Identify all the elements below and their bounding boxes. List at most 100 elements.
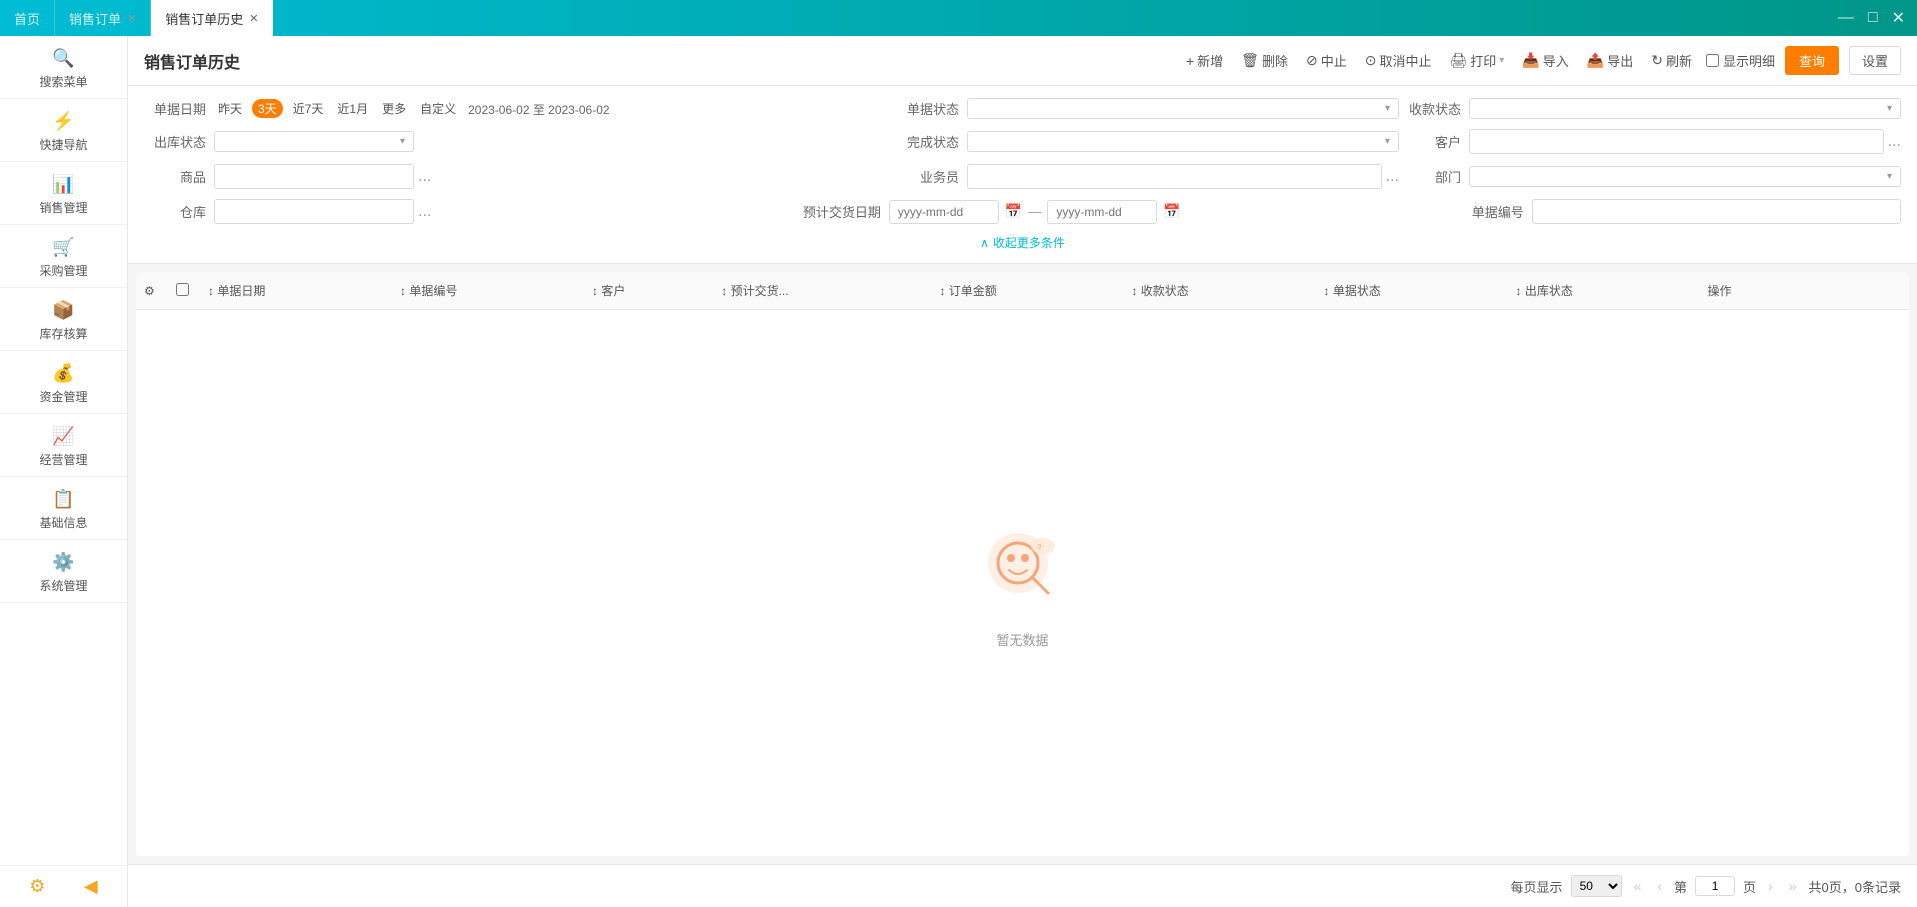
table-section: ⚙ ↕ 单据日期 ↕ 单据编号 xyxy=(136,272,1909,856)
salesperson-label: 业务员 xyxy=(897,167,967,186)
date-3days[interactable]: 3天 xyxy=(252,99,283,118)
stop-btn[interactable]: ⊘ 中止 xyxy=(1302,49,1351,72)
payment-status-arrow: ▾ xyxy=(1887,103,1892,114)
out-status-select[interactable]: ▾ xyxy=(214,131,414,152)
bill-status-select[interactable]: ▾ xyxy=(967,98,1399,119)
payment-status-label: 收款状态 xyxy=(1399,99,1469,118)
delete-icon: 🗑 xyxy=(1241,52,1259,69)
sales-mgmt-icon: 📊 xyxy=(52,174,74,195)
department-label: 部门 xyxy=(1399,167,1469,186)
sidebar-settings-btn[interactable]: ⚙ xyxy=(29,876,45,897)
finance-icon: 💰 xyxy=(52,363,74,384)
bill-no-input[interactable] xyxy=(1532,199,1901,224)
tab-sales-order-history-close[interactable]: ✕ xyxy=(249,12,258,25)
display-detail-input[interactable] xyxy=(1706,54,1719,67)
th-out-status: ↕ 出库状态 xyxy=(1507,272,1699,310)
sidebar-item-operations[interactable]: 📈 经营管理 xyxy=(0,414,127,477)
tab-sales-order-history-label: 销售订单历史 xyxy=(165,9,243,28)
sidebar-item-system-mgmt[interactable]: ⚙️ 系统管理 xyxy=(0,540,127,603)
salesperson-input[interactable] xyxy=(967,164,1382,189)
date-range-display: 2023-06-02 至 2023-06-02 xyxy=(468,99,609,118)
filter-row-3: 商品 ... 业务员 ... 部门 ▾ xyxy=(144,164,1901,189)
complete-status-label: 完成状态 xyxy=(897,132,967,151)
customer-more-btn[interactable]: ... xyxy=(1888,133,1901,151)
maximize-btn[interactable]: □ xyxy=(1864,7,1882,29)
sidebar-collapse-btn[interactable]: ◀ xyxy=(84,876,98,897)
th-date: ↕ 单据日期 xyxy=(200,272,392,310)
tab-home[interactable]: 首页 xyxy=(0,0,55,36)
goods-more-btn[interactable]: ... xyxy=(418,168,431,186)
date-yesterday[interactable]: 昨天 xyxy=(214,99,246,118)
sidebar-item-quick-nav[interactable]: ⚡ 快捷导航 xyxy=(0,99,127,162)
refresh-btn[interactable]: ↻ 刷新 xyxy=(1647,49,1696,72)
table-wrapper: ⚙ ↕ 单据日期 ↕ 单据编号 xyxy=(136,272,1909,310)
th-bill-status: ↕ 单据状态 xyxy=(1315,272,1507,310)
delete-btn[interactable]: 🗑 删除 xyxy=(1237,49,1292,72)
import-icon: 📥 xyxy=(1522,52,1539,69)
minimize-btn[interactable]: — xyxy=(1834,7,1858,29)
delivery-date-from[interactable] xyxy=(889,200,999,224)
cancel-stop-btn[interactable]: ⊙ 取消中止 xyxy=(1361,49,1436,72)
th-checkbox[interactable] xyxy=(168,272,200,310)
top-bar: 首页 销售订单 ✕ 销售订单历史 ✕ — □ ✕ xyxy=(0,0,1917,36)
delivery-date-to[interactable] xyxy=(1047,200,1157,224)
purchase-mgmt-icon: 🛒 xyxy=(52,237,74,258)
calendar-to-icon[interactable]: 📅 xyxy=(1163,203,1180,220)
prev-page-btn[interactable]: ‹ xyxy=(1653,876,1666,896)
table-settings-icon[interactable]: ⚙ xyxy=(144,284,155,298)
goods-input[interactable] xyxy=(214,164,414,189)
tab-sales-order-label: 销售订单 xyxy=(69,9,121,28)
tab-sales-order-close[interactable]: ✕ xyxy=(127,12,136,25)
page-input[interactable] xyxy=(1695,876,1735,896)
stop-label: 中止 xyxy=(1321,51,1347,70)
salesperson-more-btn[interactable]: ... xyxy=(1386,168,1399,186)
date-separator: — xyxy=(1028,204,1041,219)
th-out-status-sort: ↕ xyxy=(1515,284,1524,298)
query-btn[interactable]: 查询 xyxy=(1785,46,1839,75)
stop-icon: ⊘ xyxy=(1306,52,1318,69)
collapse-btn[interactable]: ∧ 收起更多条件 xyxy=(144,234,1901,251)
th-customer-sort: ↕ xyxy=(592,284,601,298)
date-more[interactable]: 更多 xyxy=(378,99,410,118)
warehouse-input[interactable] xyxy=(214,199,414,224)
print-label: 打印 xyxy=(1470,51,1496,70)
filter-payment-status: 收款状态 ▾ xyxy=(1399,98,1901,119)
display-detail-checkbox[interactable]: 显示明细 xyxy=(1706,51,1775,70)
settings-btn[interactable]: 设置 xyxy=(1849,46,1901,75)
close-btn[interactable]: ✕ xyxy=(1888,6,1909,30)
department-select[interactable]: ▾ xyxy=(1469,166,1901,187)
date-custom[interactable]: 自定义 xyxy=(416,99,460,118)
date-7days[interactable]: 近7天 xyxy=(289,99,328,118)
calendar-from-icon[interactable]: 📅 xyxy=(1005,203,1022,220)
customer-input[interactable] xyxy=(1469,129,1884,154)
filter-bill-no: 单据编号 xyxy=(1462,199,1901,224)
delivery-date-inputs: 📅 — 📅 xyxy=(889,200,1462,224)
sidebar-item-purchase-mgmt[interactable]: 🛒 采购管理 xyxy=(0,225,127,288)
filter-row-4: 仓库 ... 预计交货日期 📅 — 📅 单据编号 xyxy=(144,199,1901,224)
date-range-text: 2023-06-02 至 2023-06-02 xyxy=(468,101,609,118)
select-all-checkbox[interactable] xyxy=(176,283,189,296)
last-page-btn[interactable]: » xyxy=(1785,876,1801,896)
sidebar-item-search-menu[interactable]: 🔍 搜索菜单 xyxy=(0,36,127,99)
warehouse-more-btn[interactable]: ... xyxy=(418,203,431,221)
tab-sales-order-history[interactable]: 销售订单历史 ✕ xyxy=(151,0,273,36)
export-btn[interactable]: 📤 导出 xyxy=(1583,49,1637,72)
th-settings[interactable]: ⚙ xyxy=(136,272,168,310)
sidebar-item-sales-mgmt[interactable]: 📊 销售管理 xyxy=(0,162,127,225)
import-btn[interactable]: 📥 导入 xyxy=(1518,49,1572,72)
next-page-btn[interactable]: › xyxy=(1764,876,1777,896)
sidebar-item-basic-info[interactable]: 📋 基础信息 xyxy=(0,477,127,540)
date-1month[interactable]: 近1月 xyxy=(333,99,372,118)
new-btn[interactable]: + 新增 xyxy=(1182,49,1227,72)
first-page-btn[interactable]: « xyxy=(1630,876,1646,896)
tab-sales-order[interactable]: 销售订单 ✕ xyxy=(55,0,151,36)
sidebar-item-finance[interactable]: 💰 资金管理 xyxy=(0,351,127,414)
window-controls: — □ ✕ xyxy=(1834,6,1917,30)
filter-date: 单据日期 昨天 3天 近7天 近1月 更多 自定义 2023-06-02 至 2… xyxy=(144,99,897,118)
print-btn[interactable]: 🖨 打印 ▾ xyxy=(1445,49,1508,72)
refresh-icon: ↻ xyxy=(1651,52,1663,69)
payment-status-select[interactable]: ▾ xyxy=(1469,98,1901,119)
per-page-select[interactable]: 50 10 20 100 xyxy=(1571,875,1622,897)
complete-status-select[interactable]: ▾ xyxy=(967,131,1399,152)
sidebar-item-inventory[interactable]: 📦 库存核算 xyxy=(0,288,127,351)
